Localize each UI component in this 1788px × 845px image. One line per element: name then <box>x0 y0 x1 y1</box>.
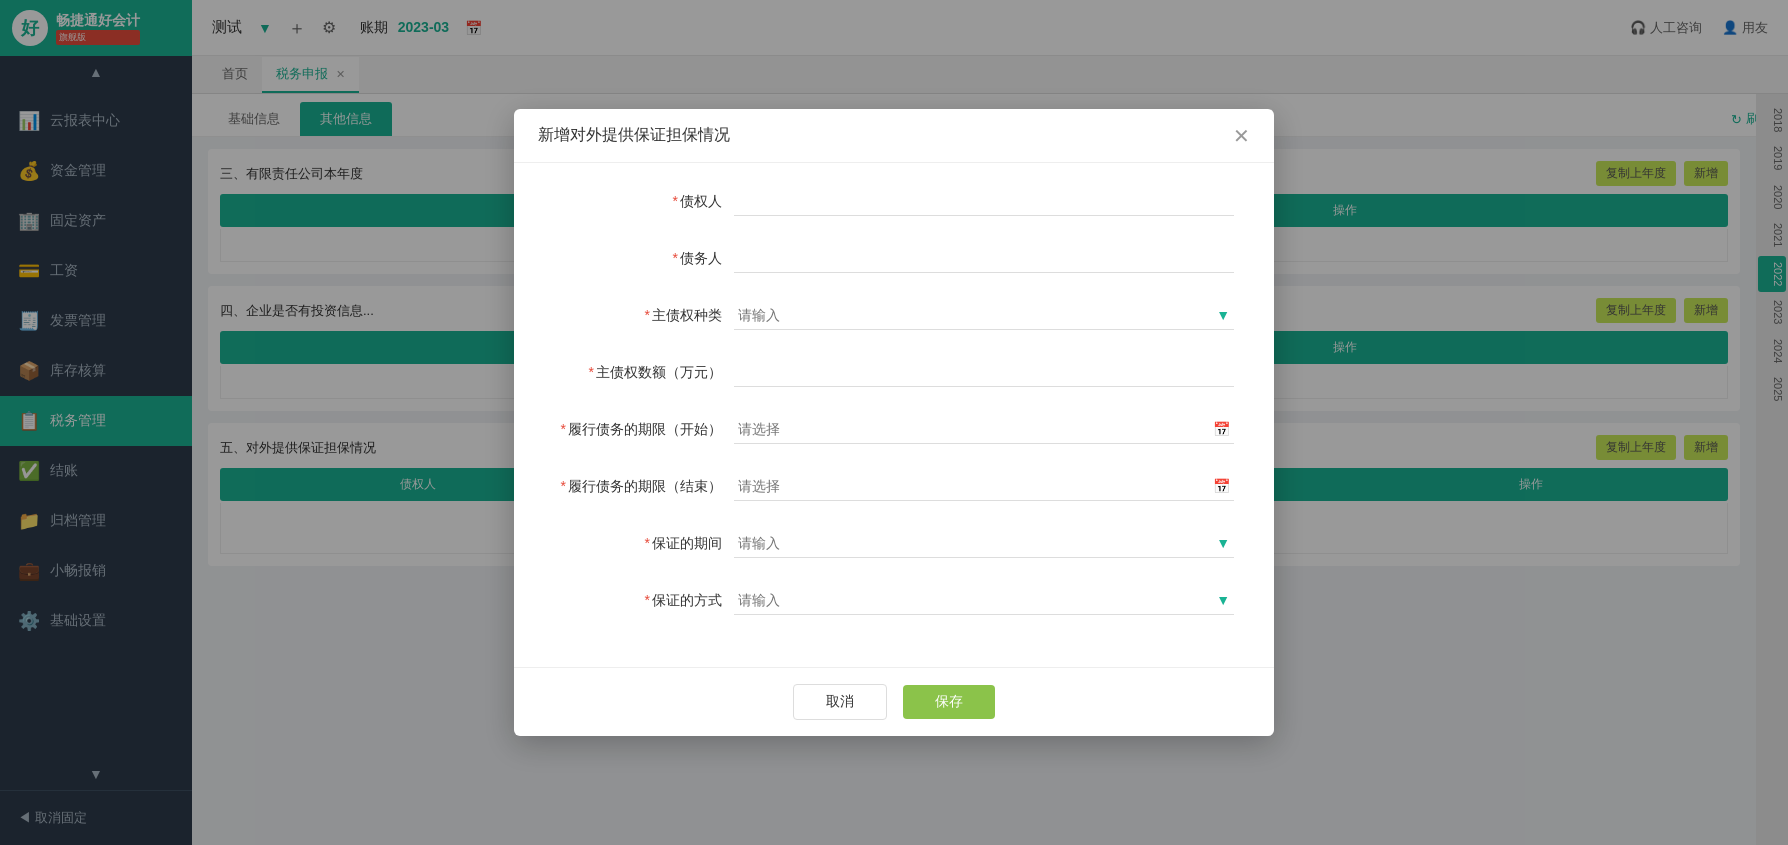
perform-start-label: *履行债务的期限（开始） <box>554 421 734 439</box>
dialog-footer: 取消 保存 <box>514 667 1274 736</box>
perform-end-label: *履行债务的期限（结束） <box>554 478 734 496</box>
creditor-label: *债权人 <box>554 193 734 211</box>
form-row-guarantee-method: *保证的方式 ▼ <box>554 586 1234 615</box>
dialog-title: 新增对外提供保证担保情况 <box>538 125 730 146</box>
dialog-overlay: 新增对外提供保证担保情况 ✕ *债权人 *债务人 *主债权种类 <box>0 0 1788 845</box>
claim-type-label: *主债权种类 <box>554 307 734 325</box>
guarantee-method-wrapper: ▼ <box>734 586 1234 615</box>
guarantee-period-input[interactable] <box>734 529 1212 557</box>
guarantee-method-dropdown-icon[interactable]: ▼ <box>1212 592 1234 608</box>
perform-start-calendar-icon[interactable]: 📅 <box>1209 421 1234 437</box>
form-row-perform-start: *履行债务的期限（开始） 📅 <box>554 415 1234 444</box>
claim-amount-label: *主债权数额（万元） <box>554 364 734 382</box>
perform-end-input[interactable] <box>734 472 1209 500</box>
claim-amount-input[interactable] <box>734 358 1234 387</box>
guarantee-method-label: *保证的方式 <box>554 592 734 610</box>
form-row-claim-amount: *主债权数额（万元） <box>554 358 1234 387</box>
perform-end-wrapper: 📅 <box>734 472 1234 501</box>
claim-type-dropdown-icon[interactable]: ▼ <box>1212 307 1234 323</box>
debtor-label: *债务人 <box>554 250 734 268</box>
form-row-guarantee-period: *保证的期间 ▼ <box>554 529 1234 558</box>
perform-start-input[interactable] <box>734 415 1209 443</box>
dialog-close-button[interactable]: ✕ <box>1233 126 1250 146</box>
form-row-debtor: *债务人 <box>554 244 1234 273</box>
guarantee-period-wrapper: ▼ <box>734 529 1234 558</box>
creditor-input[interactable] <box>734 187 1234 216</box>
guarantee-period-dropdown-icon[interactable]: ▼ <box>1212 535 1234 551</box>
perform-start-wrapper: 📅 <box>734 415 1234 444</box>
debtor-input[interactable] <box>734 244 1234 273</box>
form-row-creditor: *债权人 <box>554 187 1234 216</box>
guarantee-period-label: *保证的期间 <box>554 535 734 553</box>
dialog: 新增对外提供保证担保情况 ✕ *债权人 *债务人 *主债权种类 <box>514 109 1274 736</box>
form-row-perform-end: *履行债务的期限（结束） 📅 <box>554 472 1234 501</box>
guarantee-method-input[interactable] <box>734 586 1212 614</box>
cancel-button[interactable]: 取消 <box>793 684 887 720</box>
dialog-header: 新增对外提供保证担保情况 ✕ <box>514 109 1274 163</box>
form-row-claim-type: *主债权种类 ▼ <box>554 301 1234 330</box>
claim-type-select-wrapper: ▼ <box>734 301 1234 330</box>
perform-end-calendar-icon[interactable]: 📅 <box>1209 478 1234 494</box>
claim-type-input[interactable] <box>734 301 1212 329</box>
save-button[interactable]: 保存 <box>903 685 995 719</box>
dialog-body: *债权人 *债务人 *主债权种类 ▼ <box>514 163 1274 667</box>
